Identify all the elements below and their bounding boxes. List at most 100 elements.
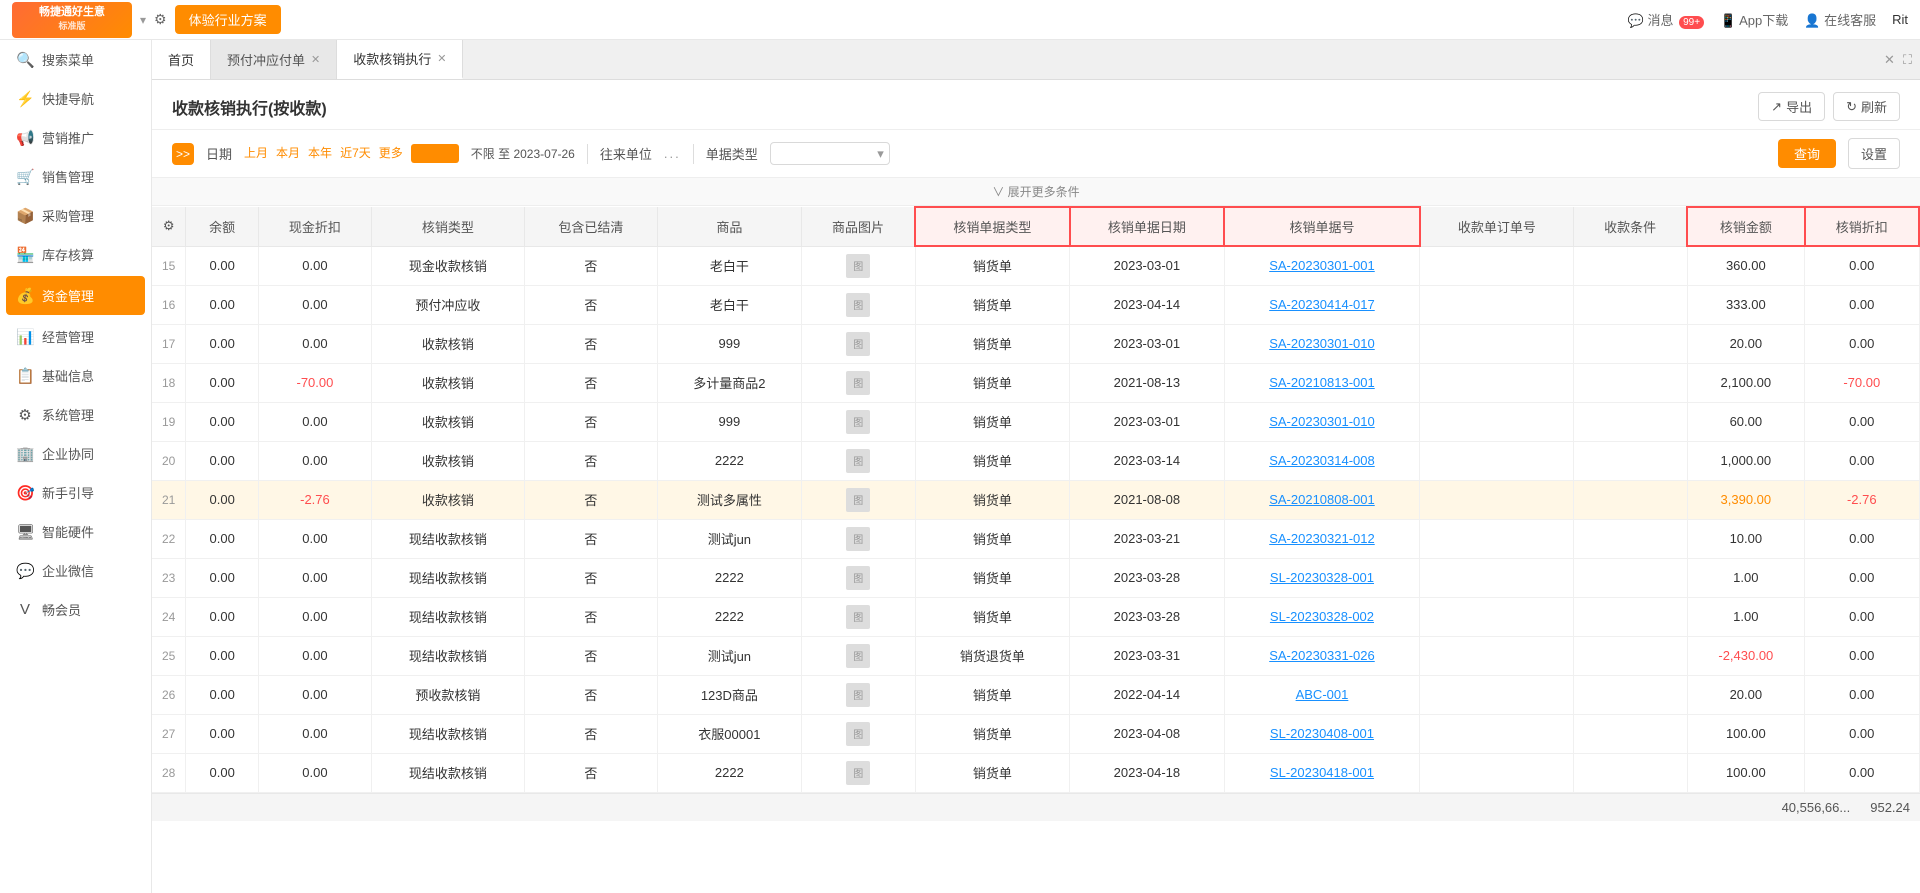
cell-verify-doc-type: 销货单 (915, 246, 1070, 285)
cell-verify-doc-no[interactable]: SA-20230331-026 (1224, 636, 1420, 675)
cell-verify-doc-date: 2023-03-31 (1070, 636, 1225, 675)
cell-verify-discount: 0.00 (1805, 441, 1919, 480)
cell-verify-doc-no[interactable]: SA-20230321-012 (1224, 519, 1420, 558)
sidebar-item-marketing[interactable]: 📢 营销推广 (0, 118, 151, 157)
cell-balance: 0.00 (186, 675, 259, 714)
cell-verify-amount: 20.00 (1687, 675, 1804, 714)
tab-prepaid-close-icon[interactable]: ✕ (311, 53, 320, 66)
sidebar-item-guide[interactable]: 🎯 新手引导 (0, 473, 151, 512)
tab-home[interactable]: 首页 (152, 40, 211, 79)
online-service-link[interactable]: 👤 在线客服 (1804, 10, 1876, 29)
filter-type-select[interactable] (770, 142, 890, 165)
table-row: 16 0.00 0.00 预付冲应收 否 老白干 图 销货单 2023-04-1… (152, 285, 1919, 324)
refresh-button[interactable]: ↻ 刷新 (1833, 92, 1900, 121)
cell-rownum: 23 (152, 558, 186, 597)
cell-cash-discount: 0.00 (259, 558, 372, 597)
cell-included-settled: 否 (524, 714, 657, 753)
cell-verify-doc-no[interactable]: SL-20230418-001 (1224, 753, 1420, 792)
page-header: 收款核销执行(按收款) ↗ 导出 ↻ 刷新 (152, 80, 1920, 130)
tab-bar: 首页 预付冲应付单 ✕ 收款核销执行 ✕ ✕ ⛶ (152, 40, 1920, 80)
sidebar-item-inventory[interactable]: 🏪 库存核算 (0, 235, 151, 274)
sidebar-icon-marketing: 📢 (16, 129, 34, 147)
cell-cash-discount: 0.00 (259, 636, 372, 675)
cell-verify-doc-date: 2022-04-14 (1070, 675, 1225, 714)
sidebar-item-system[interactable]: ⚙ 系统管理 (0, 395, 151, 434)
cell-verify-doc-no[interactable]: SL-20230408-001 (1224, 714, 1420, 753)
cell-verify-discount: 0.00 (1805, 558, 1919, 597)
filter-date-custom[interactable]: 自定义 (411, 144, 459, 163)
cell-rownum: 17 (152, 324, 186, 363)
filter-date-options: 上月 本月 本年 近7天 更多 自定义 (244, 144, 459, 163)
tab-receipt-close-icon[interactable]: ✕ (437, 52, 446, 65)
cell-verify-doc-no[interactable]: SA-20230301-010 (1224, 324, 1420, 363)
cell-verify-amount: 20.00 (1687, 324, 1804, 363)
sidebar-item-smart-hw[interactable]: 🖥 智能硬件 (0, 512, 151, 551)
filter-date-this-year[interactable]: 本年 (308, 144, 332, 163)
solution-button[interactable]: 体验行业方案 (175, 5, 281, 34)
cell-verify-doc-no[interactable]: SL-20230328-002 (1224, 597, 1420, 636)
sidebar-item-member[interactable]: V 畅会员 (0, 590, 151, 629)
col-settings[interactable]: ⚙ (152, 207, 186, 246)
cell-verify-doc-no[interactable]: SA-20210808-001 (1224, 480, 1420, 519)
sidebar-item-corp[interactable]: 🏢 企业协同 (0, 434, 151, 473)
cell-receipt-condition (1574, 519, 1688, 558)
cell-product-image: 图 (801, 402, 915, 441)
total-verify-amount: 40,556,66... (1782, 800, 1851, 815)
table-wrapper[interactable]: ⚙ 余额 现金折扣 核销类型 包含已结清 商品 商品图片 核销单据类型 核销单据… (152, 206, 1920, 893)
cell-product-image: 图 (801, 480, 915, 519)
cell-verify-doc-type: 销货单 (915, 675, 1070, 714)
cell-verify-doc-no[interactable]: SA-20230301-001 (1224, 246, 1420, 285)
filter-expand-button[interactable]: >> (172, 143, 194, 165)
cell-verify-amount: 2,100.00 (1687, 363, 1804, 402)
content-area: 首页 预付冲应付单 ✕ 收款核销执行 ✕ ✕ ⛶ 收款核销执行(按收款) (152, 40, 1920, 893)
tab-close-icon[interactable]: ✕ (1884, 52, 1895, 68)
filter-date-this-month[interactable]: 本月 (276, 144, 300, 163)
expand-arrow-icon[interactable]: ▾ (140, 13, 146, 27)
settings-icon[interactable]: ⚙ (154, 11, 167, 28)
export-button[interactable]: ↗ 导出 (1758, 92, 1825, 121)
cell-verify-amount: 100.00 (1687, 714, 1804, 753)
sidebar-item-purchase[interactable]: 📦 采购管理 (0, 196, 151, 235)
messages-link[interactable]: 💬 消息 99+ (1628, 10, 1704, 29)
tab-receipt[interactable]: 收款核销执行 ✕ (337, 40, 463, 79)
filter-search-button[interactable]: 查询 (1778, 139, 1836, 168)
cell-balance: 0.00 (186, 402, 259, 441)
refresh-icon: ↻ (1846, 99, 1857, 115)
cell-verify-doc-no[interactable]: ABC-001 (1224, 675, 1420, 714)
expand-more-bar[interactable]: ∨ 展开更多条件 (152, 178, 1920, 206)
sidebar-item-basic-info[interactable]: 📋 基础信息 (0, 356, 151, 395)
sidebar-item-search-menu[interactable]: 🔍 搜索菜单 (0, 40, 151, 79)
cell-receipt-condition (1574, 714, 1688, 753)
table-row: 18 0.00 -70.00 收款核销 否 多计量商品2 图 销货单 2021-… (152, 363, 1919, 402)
table-row: 24 0.00 0.00 现结收款核销 否 2222 图 销货单 2023-03… (152, 597, 1919, 636)
sidebar-item-business[interactable]: 📊 经营管理 (0, 317, 151, 356)
cell-verify-doc-no[interactable]: SA-20210813-001 (1224, 363, 1420, 402)
cell-verify-doc-no[interactable]: SA-20230301-010 (1224, 402, 1420, 441)
cell-rownum: 16 (152, 285, 186, 324)
cell-verify-amount: 333.00 (1687, 285, 1804, 324)
user-name[interactable]: Rit (1892, 12, 1908, 27)
cell-verify-doc-date: 2023-03-21 (1070, 519, 1225, 558)
cell-verify-doc-date: 2023-03-01 (1070, 246, 1225, 285)
filter-date-last-month[interactable]: 上月 (244, 144, 268, 163)
sidebar-item-finance[interactable]: 💰 资金管理 (6, 276, 145, 315)
cell-verify-doc-no[interactable]: SA-20230314-008 (1224, 441, 1420, 480)
cell-verify-type: 收款核销 (371, 324, 524, 363)
cell-verify-doc-no[interactable]: SA-20230414-017 (1224, 285, 1420, 324)
filter-settings-button[interactable]: 设置 (1848, 138, 1900, 169)
sidebar-item-wechat[interactable]: 💬 企业微信 (0, 551, 151, 590)
cell-verify-doc-no[interactable]: SL-20230328-001 (1224, 558, 1420, 597)
filter-date-7days[interactable]: 近7天 (340, 144, 371, 163)
cell-verify-type: 现金收款核销 (371, 246, 524, 285)
table-row: 22 0.00 0.00 现结收款核销 否 测试jun 图 销货单 2023-0… (152, 519, 1919, 558)
filter-date-more[interactable]: 更多 (379, 144, 403, 163)
sidebar-item-sales[interactable]: 🛒 销售管理 (0, 157, 151, 196)
sidebar-item-quick-nav[interactable]: ⚡ 快捷导航 (0, 79, 151, 118)
app-download-link[interactable]: 📱 App下载 (1720, 10, 1788, 29)
cell-receipt-order-no (1420, 441, 1574, 480)
cell-receipt-order-no (1420, 714, 1574, 753)
tab-prepaid[interactable]: 预付冲应付单 ✕ (211, 40, 337, 79)
tab-expand-icon[interactable]: ⛶ (1903, 52, 1912, 68)
tab-home-label: 首页 (168, 50, 194, 69)
cell-verify-amount: 100.00 (1687, 753, 1804, 792)
